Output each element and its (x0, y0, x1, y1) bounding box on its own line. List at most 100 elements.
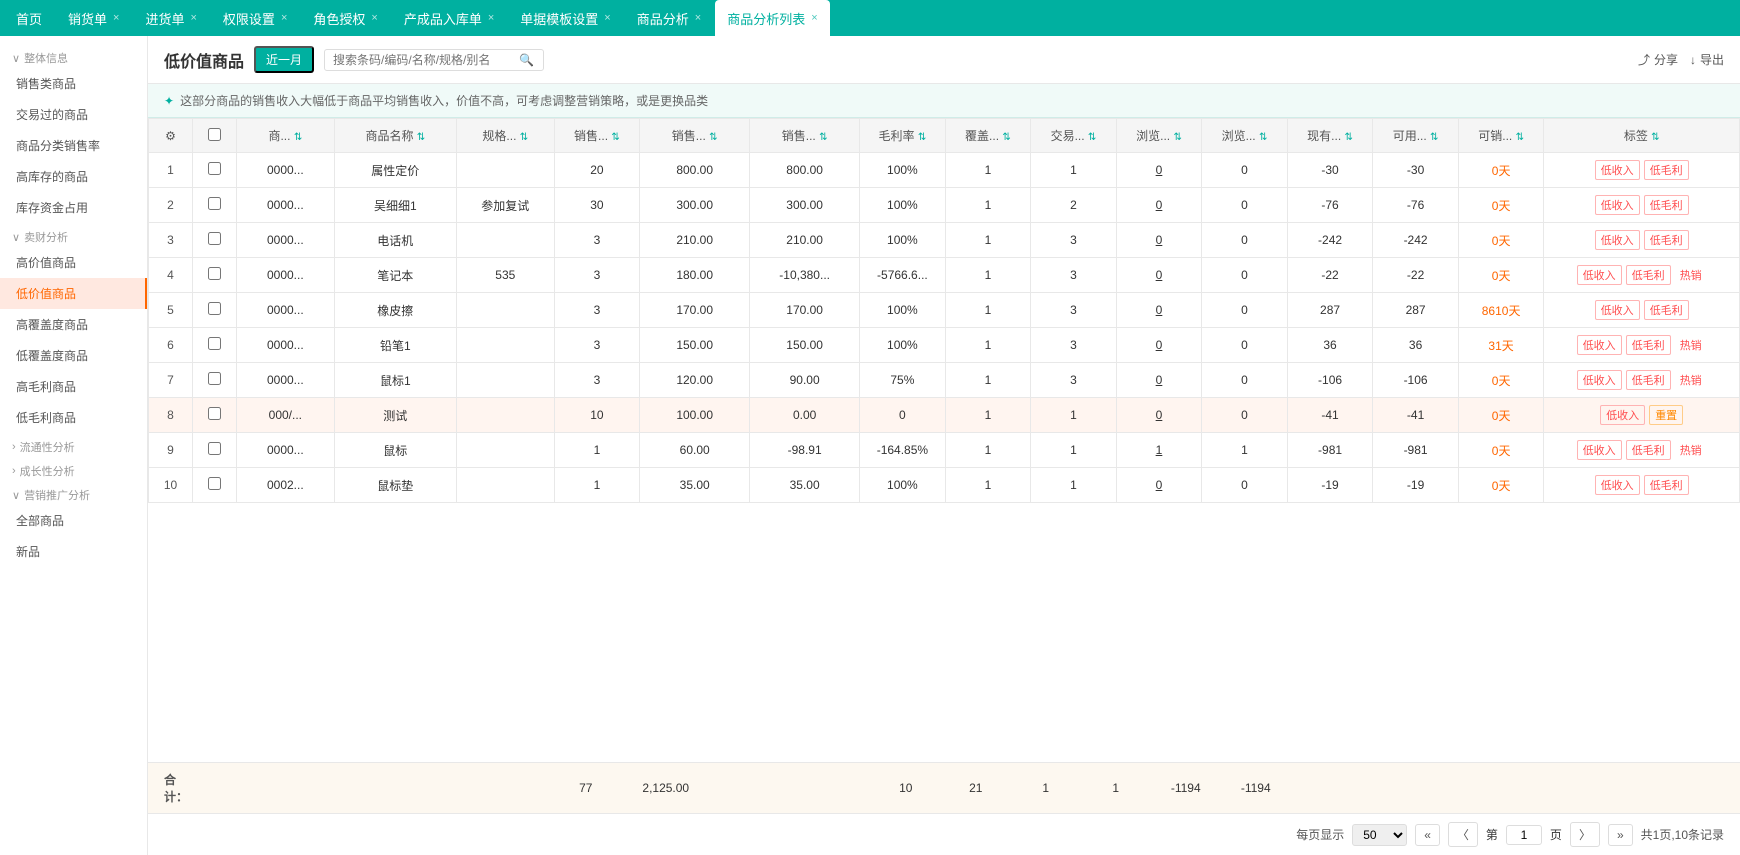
search-icon[interactable]: 🔍 (519, 53, 534, 67)
nav-analysis-list[interactable]: 商品分析列表 × (715, 0, 829, 36)
col-tags[interactable]: 标签 ⇅ (1544, 119, 1740, 153)
row-checkbox[interactable] (208, 197, 221, 210)
sidebar-item-new-products[interactable]: 新品 (0, 536, 147, 567)
close-analysis-list[interactable]: × (811, 12, 817, 24)
col-gross[interactable]: 毛利率 ⇅ (860, 119, 946, 153)
first-page-button[interactable]: « (1415, 824, 1440, 846)
last-page-button[interactable]: » (1608, 824, 1633, 846)
row-name: 属性定价 (334, 153, 456, 188)
nav-permissions[interactable]: 权限设置 × (211, 0, 299, 36)
nav-analysis[interactable]: 商品分析 × (625, 0, 713, 36)
sidebar-section-finance[interactable]: ∨ 卖财分析 (0, 223, 147, 247)
col-browse2[interactable]: 浏览... ⇅ (1202, 119, 1288, 153)
sidebar-item-traded[interactable]: 交易过的商品 (0, 99, 147, 130)
page-size-select[interactable]: 50 100 200 (1352, 824, 1407, 846)
browse-link[interactable]: 0 (1156, 373, 1163, 387)
row-checkbox[interactable] (208, 477, 221, 490)
tag-hot: 热销 (1675, 371, 1707, 389)
browse-link[interactable]: 0 (1156, 478, 1163, 492)
sidebar-item-high-coverage[interactable]: 高覆盖度商品 (0, 309, 147, 340)
row-checkbox[interactable] (208, 267, 221, 280)
sidebar-section-circulation[interactable]: › 流通性分析 (0, 433, 147, 457)
row-checkbox[interactable] (208, 232, 221, 245)
nav-templates[interactable]: 单据模板设置 × (508, 0, 622, 36)
row-gross: -164.85% (860, 433, 946, 468)
browse-link[interactable]: 0 (1156, 163, 1163, 177)
col-stock2[interactable]: 可用... ⇅ (1373, 119, 1459, 153)
row-stock2: -41 (1373, 398, 1459, 433)
sidebar-item-low-value[interactable]: 低价值商品 (0, 278, 147, 309)
sidebar-section-overall[interactable]: ∨ 整体信息 (0, 44, 147, 68)
sidebar-item-high-inventory[interactable]: 高库存的商品 (0, 161, 147, 192)
nav-purchase[interactable]: 进货单 × (133, 0, 208, 36)
sidebar-section-growth[interactable]: › 成长性分析 (0, 457, 147, 481)
date-filter-button[interactable]: 近一月 (254, 46, 314, 73)
select-all-checkbox[interactable] (208, 128, 221, 141)
close-purchase[interactable]: × (190, 12, 196, 24)
row-trade: 3 (1031, 223, 1117, 258)
col-browse1[interactable]: 浏览... ⇅ (1116, 119, 1202, 153)
nav-roles[interactable]: 角色授权 × (301, 0, 389, 36)
row-stock1: -242 (1287, 223, 1373, 258)
browse-link[interactable]: 1 (1156, 443, 1163, 457)
share-button[interactable]: ⤴ 分享 (1638, 51, 1678, 68)
sidebar-item-sales-category[interactable]: 销售类商品 (0, 68, 147, 99)
sidebar-item-low-coverage[interactable]: 低覆盖度商品 (0, 340, 147, 371)
sidebar-item-inventory-capital[interactable]: 库存资金占用 (0, 192, 147, 223)
nav-sales[interactable]: 销货单 × (56, 0, 131, 36)
row-browse1: 0 (1116, 188, 1202, 223)
table-row: 4 0000... 笔记本 535 3 180.00 -10,380... -5… (149, 258, 1740, 293)
row-checkbox[interactable] (208, 337, 221, 350)
row-stock2: 287 (1373, 293, 1459, 328)
close-templates[interactable]: × (604, 12, 610, 24)
col-sale2[interactable]: 销售... ⇅ (640, 119, 750, 153)
col-name[interactable]: 商品名称 ⇅ (334, 119, 456, 153)
row-days: 0天 (1458, 433, 1544, 468)
col-sale3[interactable]: 销售... ⇅ (750, 119, 860, 153)
nav-home[interactable]: 首页 (4, 0, 54, 36)
nav-products[interactable]: 产成品入库单 × (392, 0, 506, 36)
browse-link[interactable]: 0 (1156, 198, 1163, 212)
row-index: 6 (149, 328, 193, 363)
sidebar-item-low-margin[interactable]: 低毛利商品 (0, 402, 147, 433)
search-input[interactable] (333, 53, 513, 67)
row-code: 0000... (236, 188, 334, 223)
close-roles[interactable]: × (371, 12, 377, 24)
page-input[interactable] (1506, 825, 1542, 845)
browse-link[interactable]: 0 (1156, 303, 1163, 317)
close-sales[interactable]: × (113, 12, 119, 24)
prev-page-button[interactable]: 〈 (1448, 822, 1478, 847)
browse-link[interactable]: 0 (1156, 268, 1163, 282)
col-coverage[interactable]: 覆盖... ⇅ (945, 119, 1031, 153)
export-button[interactable]: ↓ 导出 (1690, 51, 1724, 68)
row-checkbox[interactable] (208, 442, 221, 455)
table-row: 10 0002... 鼠标垫 1 35.00 35.00 100% 1 1 0 … (149, 468, 1740, 503)
next-page-button[interactable]: 〉 (1570, 822, 1600, 847)
settings-icon[interactable]: ⚙ (165, 129, 176, 143)
row-checkbox[interactable] (208, 372, 221, 385)
browse-link[interactable]: 0 (1156, 338, 1163, 352)
browse-link[interactable]: 0 (1156, 408, 1163, 422)
row-checkbox[interactable] (208, 302, 221, 315)
sidebar-item-high-value[interactable]: 高价值商品 (0, 247, 147, 278)
sidebar-section-marketing[interactable]: ∨ 营销推广分析 (0, 481, 147, 505)
sidebar-item-high-margin[interactable]: 高毛利商品 (0, 371, 147, 402)
col-spec[interactable]: 规格... ⇅ (456, 119, 554, 153)
col-sale1[interactable]: 销售... ⇅ (554, 119, 640, 153)
close-analysis[interactable]: × (695, 12, 701, 24)
row-checkbox[interactable] (208, 407, 221, 420)
col-code[interactable]: 商... ⇅ (236, 119, 334, 153)
row-trade: 2 (1031, 188, 1117, 223)
page-label: 第 (1486, 826, 1498, 843)
close-products[interactable]: × (488, 12, 494, 24)
browse-link[interactable]: 0 (1156, 233, 1163, 247)
col-stock3[interactable]: 可销... ⇅ (1458, 119, 1544, 153)
sidebar-item-category-sales-rate[interactable]: 商品分类销售率 (0, 130, 147, 161)
col-trade[interactable]: 交易... ⇅ (1031, 119, 1117, 153)
row-spec: 参加复试 (456, 188, 554, 223)
close-permissions[interactable]: × (281, 12, 287, 24)
row-checkbox[interactable] (208, 162, 221, 175)
col-stock1[interactable]: 现有... ⇅ (1287, 119, 1373, 153)
row-days: 8610天 (1458, 293, 1544, 328)
sidebar-item-all-products[interactable]: 全部商品 (0, 505, 147, 536)
